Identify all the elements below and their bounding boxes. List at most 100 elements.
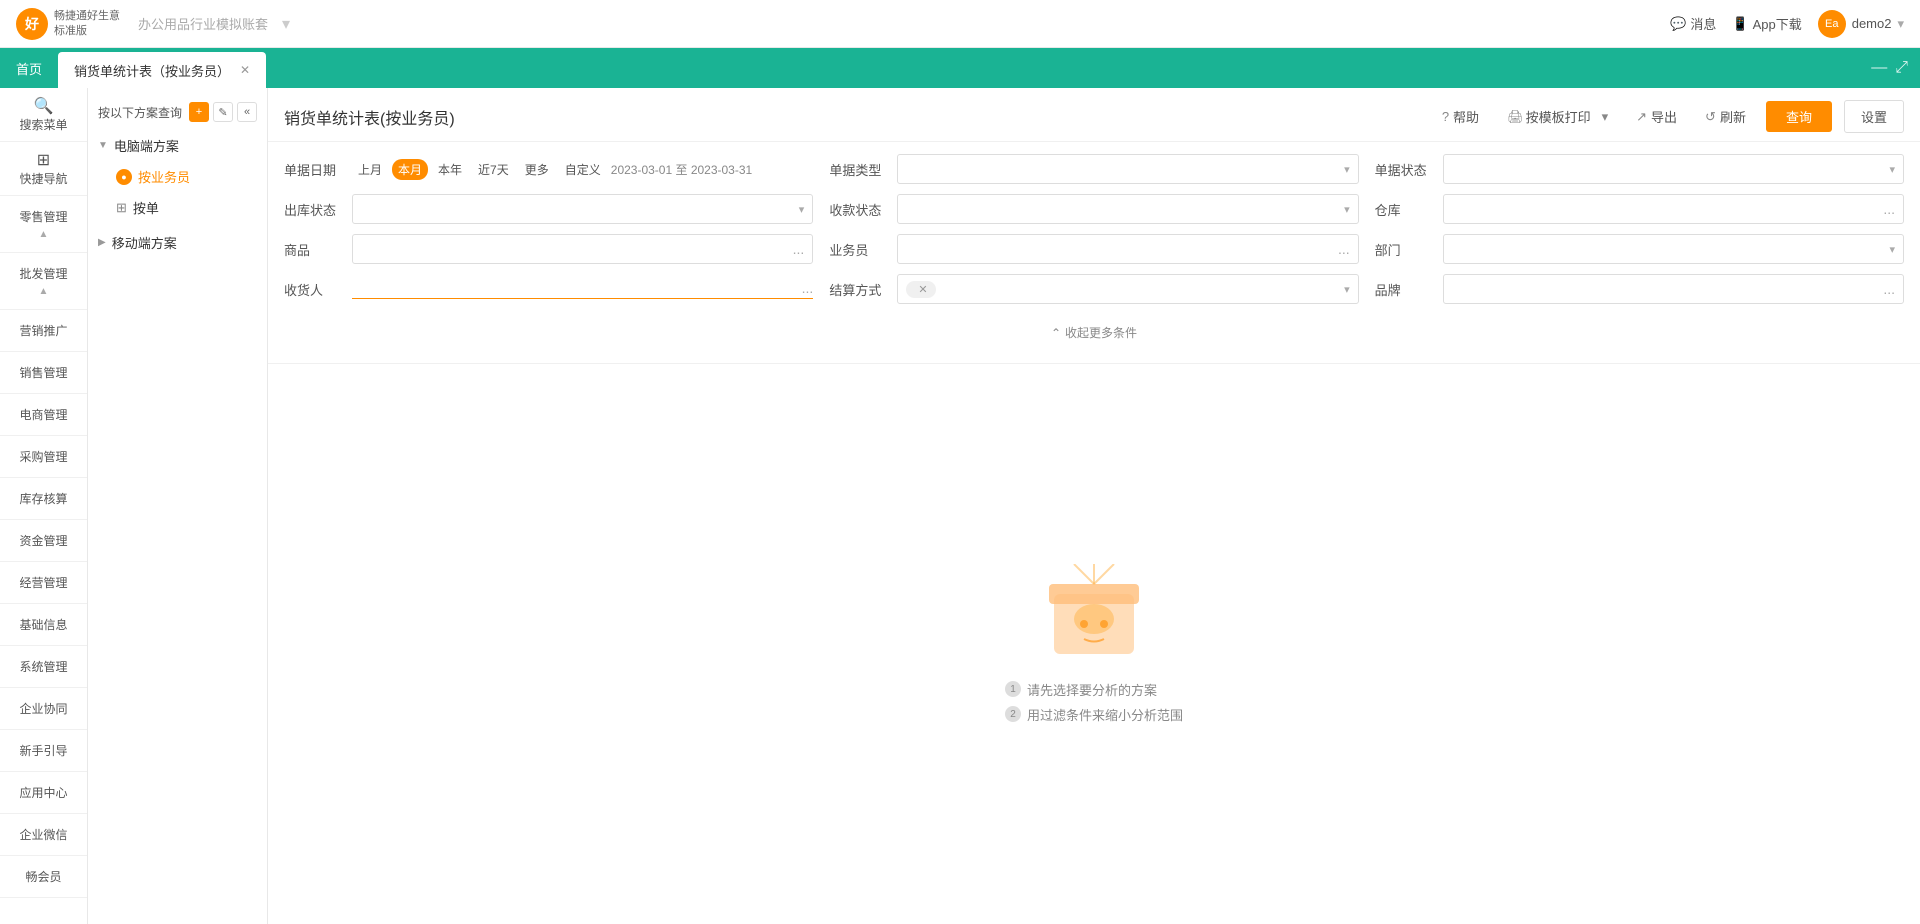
out-status-label: 出库状态 <box>284 200 344 219</box>
out-status-select[interactable]: ▾ <box>352 194 813 224</box>
goods-label: 商品 <box>284 240 344 259</box>
export-button[interactable]: ↗ 导出 <box>1628 103 1685 130</box>
payment-method-select[interactable]: ✕ ▾ <box>897 274 1358 304</box>
refresh-button[interactable]: ↺ 刷新 <box>1697 103 1754 130</box>
department-select[interactable]: ▾ <box>1443 234 1904 264</box>
scheme-tree-desktop[interactable]: ▼ 电脑端方案 <box>88 130 267 161</box>
salesperson-select[interactable]: ... <box>897 234 1358 264</box>
payment-chip-close-icon[interactable]: ✕ <box>918 283 927 296</box>
user-dropdown-icon: ▾ <box>1897 16 1904 32</box>
warehouse-more-icon[interactable]: ... <box>1883 201 1895 217</box>
header-left: 好 畅捷通好生意 标准版 办公用品行业模拟账套 ▾ <box>16 8 290 40</box>
doc-status-select[interactable]: ▾ <box>1443 154 1904 184</box>
wholesale-arrow-icon: ▲ <box>39 286 49 297</box>
app-download-button[interactable]: 📱 App下载 <box>1732 14 1801 33</box>
date-shortcut-this-month[interactable]: 本月 <box>392 159 428 180</box>
search-icon: 🔍 <box>8 96 79 116</box>
sidebar-item-search[interactable]: 🔍 搜索菜单 <box>0 88 87 142</box>
tree-expand-icon: ▼ <box>98 140 108 151</box>
sidebar-item-system[interactable]: 系统管理 <box>0 646 87 688</box>
filter-doc-status: 单据状态 ▾ <box>1375 154 1904 184</box>
query-button[interactable]: 查询 <box>1766 101 1832 132</box>
empty-illustration <box>1034 564 1154 664</box>
sidebar-item-wholesale[interactable]: 批发管理 ▲ <box>0 253 87 310</box>
out-status-arrow-icon: ▾ <box>799 203 805 216</box>
goods-select[interactable]: ... <box>352 234 813 264</box>
sidebar-item-wechat[interactable]: 企业微信 <box>0 814 87 856</box>
sidebar-item-enterprise[interactable]: 企业协同 <box>0 688 87 730</box>
date-shortcut-last-7[interactable]: 近7天 <box>472 159 515 180</box>
doc-type-label: 单据类型 <box>829 160 889 179</box>
date-shortcut-this-year[interactable]: 本年 <box>432 159 468 180</box>
scheme-collapse-button[interactable]: « <box>237 102 257 122</box>
tab-home[interactable]: 首页 <box>0 48 58 88</box>
tab-maximize-icon[interactable]: ⤢ <box>1895 59 1908 77</box>
recipient-input[interactable] <box>352 280 802 295</box>
header-dropdown-icon[interactable]: ▾ <box>282 14 290 34</box>
sidebar-item-basic[interactable]: 基础信息 <box>0 604 87 646</box>
main-layout: 🔍 搜索菜单 ⊞ 快捷导航 零售管理 ▲ 批发管理 ▲ 营销推广 销售管理 电商… <box>0 88 1920 924</box>
date-shortcuts: 上月 本月 本年 近7天 更多 自定义 <box>352 159 607 180</box>
sidebar-item-apps[interactable]: 应用中心 <box>0 772 87 814</box>
sidebar-item-ecommerce[interactable]: 电商管理 <box>0 394 87 436</box>
collapse-up-icon: ⌃ <box>1051 326 1061 340</box>
sidebar-item-purchase[interactable]: 采购管理 <box>0 436 87 478</box>
collapse-section: ⌃ 收起更多条件 <box>284 314 1904 351</box>
warehouse-label: 仓库 <box>1375 200 1435 219</box>
nav-icon: ⊞ <box>8 150 79 170</box>
page-title: 销货单统计表(按业务员) <box>284 105 455 129</box>
tabs-right-actions: — ⤢ <box>1871 59 1920 77</box>
date-shortcut-last-month[interactable]: 上月 <box>352 159 388 180</box>
report-area: 销货单统计表(按业务员) ? 帮助 🖨 按模板打印 ▾ ↗ 导出 <box>268 88 1920 924</box>
filter-salesperson: 业务员 ... <box>829 234 1358 264</box>
sidebar-item-marketing[interactable]: 营销推广 <box>0 310 87 352</box>
page-actions: ? 帮助 🖨 按模板打印 ▾ ↗ 导出 ↺ 刷新 <box>1434 100 1904 133</box>
scheme-tree-by-order[interactable]: ⊞ 按单 <box>88 192 267 223</box>
filter-row-4: 收货人 ... 结算方式 ✕ ▾ <box>284 274 1904 304</box>
scheme-panel: 按以下方案查询 + ✎ « ▼ 电脑端方案 ● 按业务员 ⊞ 按单 <box>88 88 268 924</box>
goods-more-icon[interactable]: ... <box>793 241 805 257</box>
tabs-bar: 首页 销货单统计表（按业务员） ✕ — ⤢ <box>0 48 1920 88</box>
sidebar-item-sales[interactable]: 销售管理 <box>0 352 87 394</box>
doc-type-select[interactable]: ▾ <box>897 154 1358 184</box>
sidebar-item-quick-nav[interactable]: ⊞ 快捷导航 <box>0 142 87 196</box>
sidebar-item-newbie[interactable]: 新手引导 <box>0 730 87 772</box>
filter-warehouse: 仓库 ... <box>1375 194 1904 224</box>
template-print-button[interactable]: 🖨 按模板打印 ▾ <box>1499 103 1616 130</box>
scheme-tree-by-salesperson[interactable]: ● 按业务员 <box>88 161 267 192</box>
sidebar-item-member[interactable]: 畅会员 <box>0 856 87 898</box>
doc-status-arrow-icon: ▾ <box>1889 163 1895 176</box>
date-shortcut-custom[interactable]: 自定义 <box>559 159 607 180</box>
empty-hint-1: 1 请先选择要分析的方案 <box>1005 680 1183 699</box>
active-scheme-icon: ● <box>116 169 132 185</box>
sidebar-item-finance[interactable]: 资金管理 <box>0 520 87 562</box>
date-group: 上月 本月 本年 近7天 更多 自定义 2023-03-01 至 2023-03… <box>352 159 813 180</box>
user-area[interactable]: Ea demo2 ▾ <box>1818 10 1904 38</box>
sidebar-item-retail[interactable]: 零售管理 ▲ <box>0 196 87 253</box>
scheme-tree-mobile[interactable]: ▶ 移动端方案 <box>88 227 267 258</box>
message-icon: 💬 <box>1670 16 1686 32</box>
brand-more-icon[interactable]: ... <box>1883 281 1895 297</box>
scheme-panel-header: 按以下方案查询 + ✎ « <box>88 98 267 130</box>
tab-close-icon[interactable]: ✕ <box>240 63 250 77</box>
help-button[interactable]: ? 帮助 <box>1434 103 1487 130</box>
sidebar-item-inventory[interactable]: 库存核算 <box>0 478 87 520</box>
receipt-status-select[interactable]: ▾ <box>897 194 1358 224</box>
scheme-edit-button[interactable]: ✎ <box>213 102 233 122</box>
recipient-more-icon[interactable]: ... <box>802 280 814 296</box>
sidebar-item-operations[interactable]: 经营管理 <box>0 562 87 604</box>
template-print-dropdown-icon[interactable]: ▾ <box>1595 109 1609 125</box>
filter-date: 单据日期 上月 本月 本年 近7天 更多 自定义 2023-03-01 至 20… <box>284 159 813 180</box>
scheme-add-button[interactable]: + <box>189 102 209 122</box>
settings-button[interactable]: 设置 <box>1844 100 1904 133</box>
message-button[interactable]: 💬 消息 <box>1670 14 1716 33</box>
warehouse-select[interactable]: ... <box>1443 194 1904 224</box>
salesperson-label: 业务员 <box>829 240 889 259</box>
tab-sales-report[interactable]: 销货单统计表（按业务员） ✕ <box>58 52 266 88</box>
brand-select[interactable]: ... <box>1443 274 1904 304</box>
tab-minimize-icon[interactable]: — <box>1871 59 1887 77</box>
salesperson-more-icon[interactable]: ... <box>1338 241 1350 257</box>
date-shortcut-more[interactable]: 更多 <box>519 159 555 180</box>
collapse-button[interactable]: ⌃ 收起更多条件 <box>1045 318 1143 347</box>
filter-row-2: 出库状态 ▾ 收款状态 ▾ 仓库 <box>284 194 1904 224</box>
